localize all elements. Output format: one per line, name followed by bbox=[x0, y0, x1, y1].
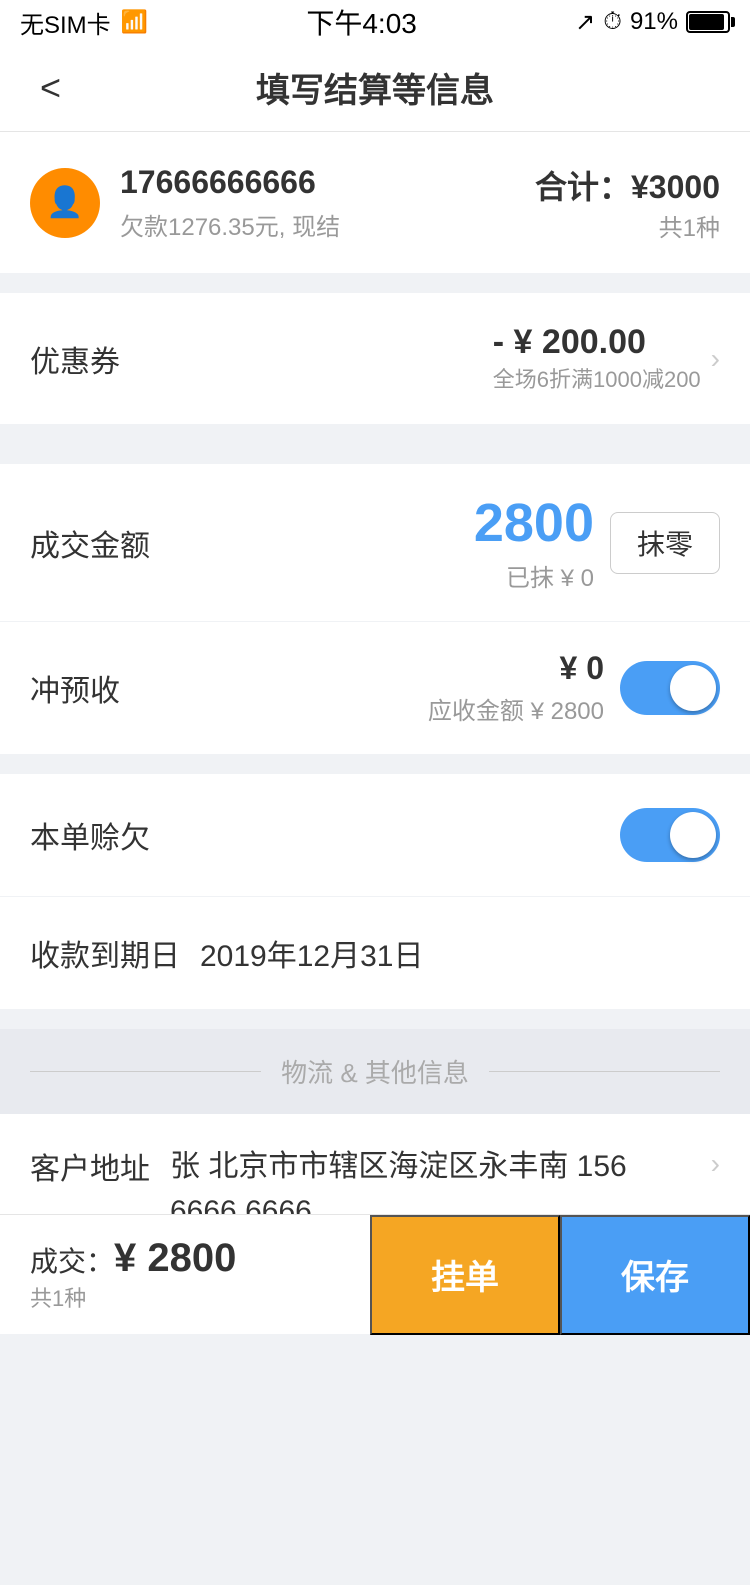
content-area: 👤 17666666666 欠款1276.35元, 现结 合计：¥3000 共1… bbox=[0, 132, 750, 1585]
prepay-amount: ¥ 0 bbox=[428, 650, 604, 687]
back-button[interactable]: < bbox=[30, 57, 71, 119]
user-phone: 17666666666 bbox=[120, 164, 340, 201]
avatar-icon: 👤 bbox=[46, 185, 83, 220]
location-icon: ↗ bbox=[575, 8, 595, 37]
prepay-receivable: 应收金额 ¥ 2800 bbox=[428, 691, 604, 726]
transaction-right: 2800 已抹 ¥ 0 抹零 bbox=[474, 492, 720, 593]
debt-row: 本单赊欠 bbox=[0, 774, 750, 897]
transaction-amount: 2800 bbox=[474, 492, 594, 554]
due-date-label: 收款到期日 bbox=[30, 931, 180, 975]
section-divider-2 bbox=[0, 754, 750, 774]
transaction-row: 成交金额 2800 已抹 ¥ 0 抹零 bbox=[0, 464, 750, 622]
debt-toggle[interactable] bbox=[620, 808, 720, 862]
round-button[interactable]: 抹零 bbox=[610, 512, 720, 574]
battery-percentage: 91% bbox=[630, 8, 678, 36]
coupon-arrow-icon: › bbox=[711, 343, 720, 375]
bottom-bar: 成交：¥ 2800 共1种 挂单 保存 bbox=[0, 1214, 750, 1334]
logistics-line-left bbox=[30, 1071, 261, 1072]
debt-label: 本单赊欠 bbox=[30, 813, 150, 857]
user-total-count: 共1种 bbox=[535, 208, 720, 243]
hold-button[interactable]: 挂单 bbox=[370, 1215, 560, 1335]
coupon-info: - ¥ 200.00 全场6折满1000减200 bbox=[493, 323, 701, 394]
transaction-sub: 已抹 ¥ 0 bbox=[474, 558, 594, 593]
transaction-label: 成交金额 bbox=[30, 521, 150, 565]
prepay-amount-block: ¥ 0 应收金额 ¥ 2800 bbox=[428, 650, 604, 726]
alarm-icon: ⏱ bbox=[603, 8, 622, 36]
due-date-value: 2019年12月31日 bbox=[200, 931, 423, 975]
bottom-summary-main: 成交：¥ 2800 bbox=[30, 1236, 340, 1281]
form-section-amount: 成交金额 2800 已抹 ¥ 0 抹零 冲预收 ¥ 0 应收金额 ¥ 2800 bbox=[0, 464, 750, 754]
logistics-line-right bbox=[489, 1071, 720, 1072]
user-details: 17666666666 欠款1276.35元, 现结 bbox=[120, 164, 340, 242]
address-arrow-icon: › bbox=[711, 1144, 720, 1180]
coupon-discount: - ¥ 200.00 bbox=[493, 323, 701, 362]
section-divider-1 bbox=[0, 444, 750, 464]
page-title: 填写结算等信息 bbox=[256, 63, 494, 112]
carrier-text: 无SIM卡 bbox=[20, 5, 111, 40]
logistics-text: 物流 & 其他信息 bbox=[281, 1053, 469, 1090]
prepay-right: ¥ 0 应收金额 ¥ 2800 bbox=[428, 650, 720, 726]
user-total-amount: 合计：¥3000 bbox=[535, 162, 720, 208]
prepay-row: 冲预收 ¥ 0 应收金额 ¥ 2800 bbox=[0, 622, 750, 754]
bottom-summary-count: 共1种 bbox=[30, 1281, 340, 1313]
user-total: 合计：¥3000 共1种 bbox=[535, 162, 720, 243]
user-left: 👤 17666666666 欠款1276.35元, 现结 bbox=[30, 164, 340, 242]
coupon-right: - ¥ 200.00 全场6折满1000减200 › bbox=[493, 323, 720, 394]
status-bar: 无SIM卡 📶 下午4:03 ↗ ⏱ 91% bbox=[0, 0, 750, 44]
due-date-row: 收款到期日 2019年12月31日 bbox=[0, 897, 750, 1009]
avatar: 👤 bbox=[30, 168, 100, 238]
prepay-toggle[interactable] bbox=[620, 661, 720, 715]
prepay-label: 冲预收 bbox=[30, 666, 120, 710]
debt-toggle-knob bbox=[670, 812, 716, 858]
bottom-summary-amount: ¥ 2800 bbox=[114, 1236, 236, 1280]
status-right: ↗ ⏱ 91% bbox=[575, 8, 730, 37]
coupon-label: 优惠券 bbox=[30, 337, 120, 381]
status-time: 下午4:03 bbox=[306, 2, 417, 42]
address-label: 客户地址 bbox=[30, 1144, 150, 1188]
wifi-icon: 📶 bbox=[121, 9, 148, 35]
status-left: 无SIM卡 📶 bbox=[20, 5, 148, 40]
bottom-summary: 成交：¥ 2800 共1种 bbox=[0, 1236, 370, 1313]
user-debt-text: 欠款1276.35元, 现结 bbox=[120, 207, 340, 242]
bottom-summary-label: 成交： bbox=[30, 1246, 114, 1277]
coupon-desc: 全场6折满1000减200 bbox=[493, 362, 701, 394]
battery-icon bbox=[686, 11, 730, 33]
transaction-amount-block: 2800 已抹 ¥ 0 bbox=[474, 492, 594, 593]
coupon-row[interactable]: 优惠券 - ¥ 200.00 全场6折满1000减200 › bbox=[0, 293, 750, 424]
toggle-knob bbox=[670, 665, 716, 711]
save-button[interactable]: 保存 bbox=[560, 1215, 750, 1335]
nav-bar: < 填写结算等信息 bbox=[0, 44, 750, 132]
section-divider-3 bbox=[0, 1009, 750, 1029]
logistics-divider: 物流 & 其他信息 bbox=[0, 1029, 750, 1114]
user-info-card: 👤 17666666666 欠款1276.35元, 现结 合计：¥3000 共1… bbox=[0, 132, 750, 273]
